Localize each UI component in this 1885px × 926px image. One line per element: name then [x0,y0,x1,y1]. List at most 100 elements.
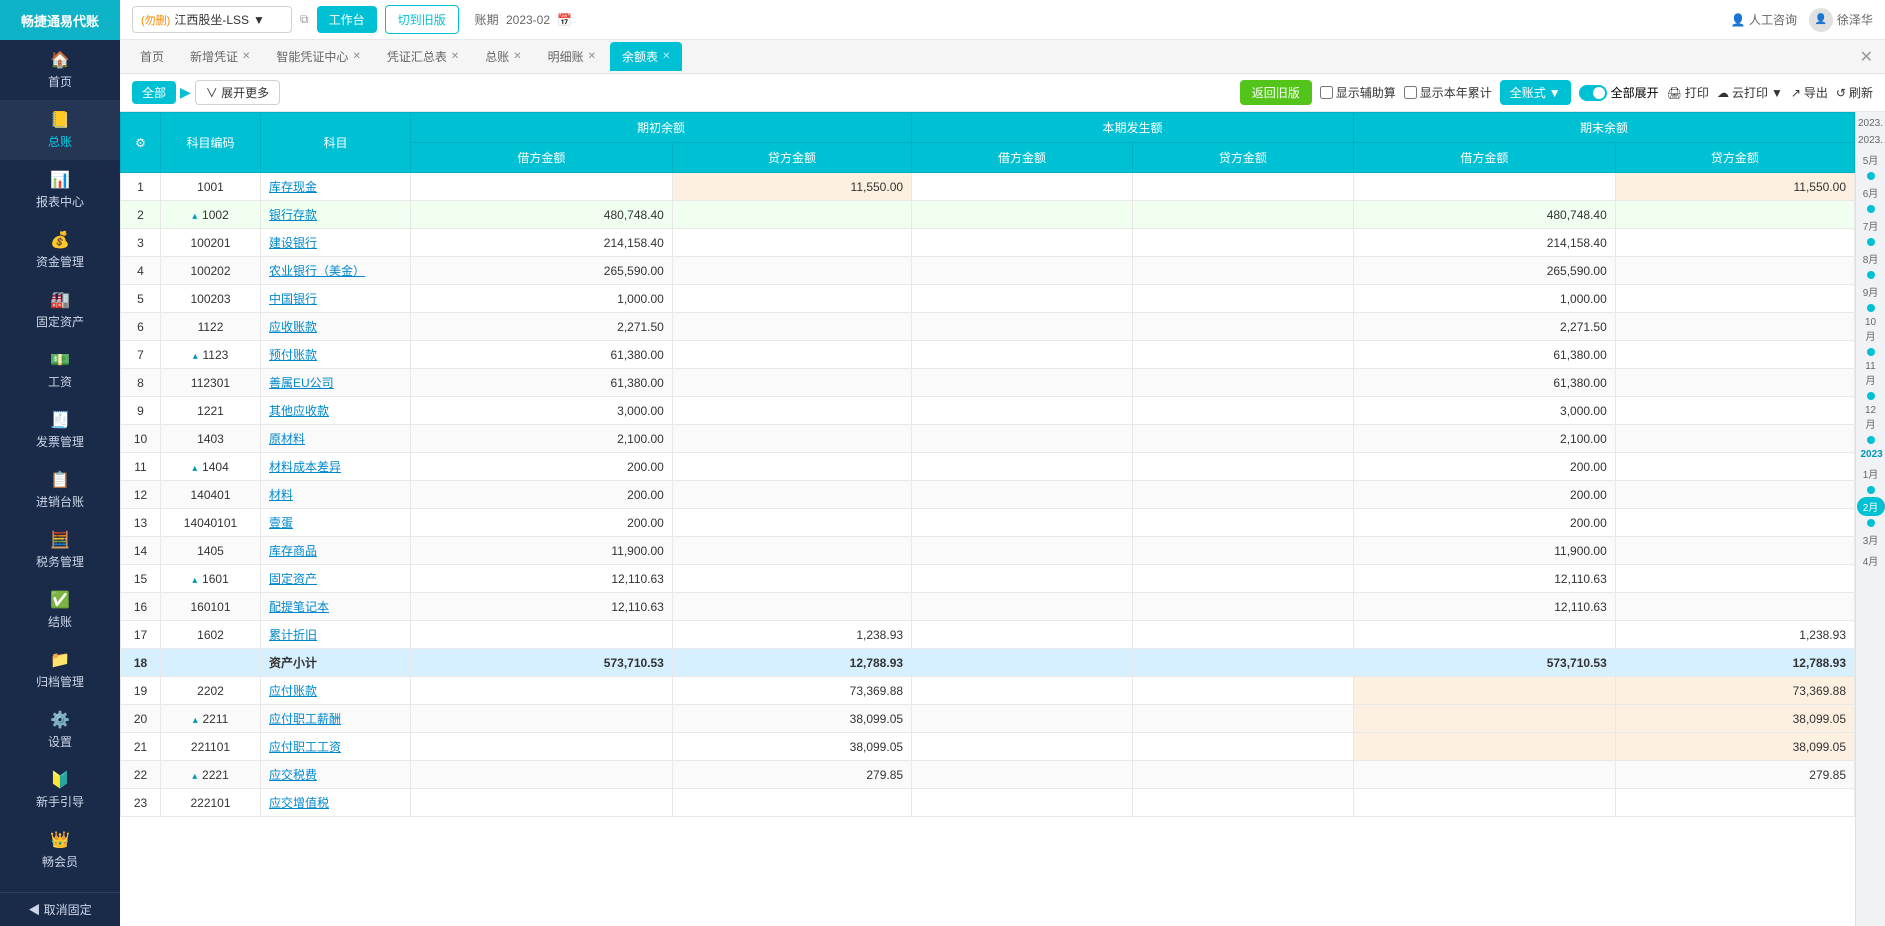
table-row[interactable]: 11▴ 1404材料成本差异200.00200.00 [121,453,1855,481]
collapse-sidebar-button[interactable]: ◀ 取消固定 [0,892,120,926]
table-row[interactable]: 11001库存现金11,550.0011,550.00 [121,173,1855,201]
month-7[interactable]: 7月 [1857,216,1885,235]
month-6[interactable]: 6月 [1857,183,1885,202]
tab-close-icon[interactable]: ✕ [588,51,596,62]
sidebar-item-ledger[interactable]: 📒 总账 [0,100,120,160]
toggle-switch[interactable] [1579,85,1607,101]
account-subject[interactable]: 银行存款 [261,201,411,229]
table-row[interactable]: 15▴ 1601固定资产12,110.6312,110.63 [121,565,1855,593]
account-subject[interactable]: 原材料 [261,425,411,453]
sidebar-item-sales[interactable]: 📋 进销台账 [0,460,120,520]
subject-link[interactable]: 累计折旧 [269,628,317,642]
sidebar-item-member[interactable]: 👑 畅会员 [0,820,120,880]
calendar-icon[interactable]: 📅 [557,13,572,27]
sidebar-item-archive[interactable]: 📁 归档管理 [0,640,120,700]
print-button[interactable]: 🖨 打印 [1667,84,1709,101]
table-row[interactable]: 16160101配提笔记本12,110.6312,110.63 [121,593,1855,621]
table-row[interactable]: 141405库存商品11,900.0011,900.00 [121,537,1855,565]
tab-smart-voucher[interactable]: 智能凭证中心 ✕ [264,42,372,71]
table-row[interactable]: 101403原材料2,100.002,100.00 [121,425,1855,453]
month-12[interactable]: 12月 [1857,403,1885,433]
tab-close-icon[interactable]: ✕ [662,51,670,62]
month-1[interactable]: 1月 [1857,464,1885,483]
account-subject[interactable]: 应付职工工资 [261,733,411,761]
table-row[interactable]: 91221其他应收款3,000.003,000.00 [121,397,1855,425]
sidebar-item-settle[interactable]: ✅ 结账 [0,580,120,640]
expand-icon[interactable]: ▴ [193,351,201,362]
expand-all-toggle[interactable]: 全部展开 [1579,84,1659,101]
show-ytd-checkbox[interactable]: 显示本年累计 [1404,84,1492,101]
user-avatar[interactable]: 👤 徐泽华 [1809,8,1873,32]
account-subject[interactable]: 其他应收款 [261,397,411,425]
subject-link[interactable]: 原材料 [269,432,305,446]
table-row[interactable]: 23222101应交增值税 [121,789,1855,817]
subject-link[interactable]: 农业银行（美金） [269,264,365,278]
expand-icon[interactable]: ▴ [192,463,200,474]
subject-link[interactable]: 壹蛋 [269,516,293,530]
table-row[interactable]: 20▴ 2211应付职工薪酬38,099.0538,099.05 [121,705,1855,733]
account-subject[interactable]: 建设银行 [261,229,411,257]
table-row[interactable]: 171602累计折旧1,238.931,238.93 [121,621,1855,649]
account-subject[interactable]: 预付账款 [261,341,411,369]
tab-home[interactable]: 首页 [128,42,176,71]
company-selector[interactable]: (勿删) 江西股坐-LSS ▼ [132,6,292,33]
table-row[interactable]: 1314040101壹蛋200.00200.00 [121,509,1855,537]
account-subject[interactable]: 累计折旧 [261,621,411,649]
refresh-button[interactable]: ↺ 刷新 [1836,84,1873,101]
sidebar-item-assets[interactable]: 🏭 固定资产 [0,280,120,340]
table-row[interactable]: 4100202农业银行（美金）265,590.00265,590.00 [121,257,1855,285]
expand-icon[interactable]: ▴ [192,211,200,222]
account-subject[interactable]: 应付账款 [261,677,411,705]
month-11[interactable]: 11月 [1857,359,1885,389]
sidebar-item-salary[interactable]: 💵 工资 [0,340,120,400]
subject-link[interactable]: 配提笔记本 [269,600,329,614]
expand-icon[interactable]: ▴ [192,575,200,586]
subject-link[interactable]: 固定资产 [269,572,317,586]
subject-link[interactable]: 其他应收款 [269,404,329,418]
tab-close-icon[interactable]: ✕ [451,51,459,62]
subject-link[interactable]: 材料成本差异 [269,460,341,474]
table-row[interactable]: 18资产小计573,710.5312,788.93573,710.5312,78… [121,649,1855,677]
month-3[interactable]: 3月 [1857,530,1885,549]
subject-link[interactable]: 应付账款 [269,684,317,698]
tab-close-icon[interactable]: ✕ [352,51,360,62]
expand-more-button[interactable]: ∨ 展开更多 [195,80,280,105]
tab-new-voucher[interactable]: 新增凭证 ✕ [178,42,262,71]
table-row[interactable]: 8112301善属EU公司61,380.0061,380.00 [121,369,1855,397]
account-subject[interactable]: 应交税费 [261,761,411,789]
workbench-button[interactable]: 工作台 [317,6,377,33]
subject-link[interactable]: 银行存款 [269,208,317,222]
export-button[interactable]: ↗ 导出 [1791,84,1828,101]
month-4[interactable]: 4月 [1857,551,1885,570]
filter-arrow-icon[interactable]: ▶ [180,84,191,101]
account-subject[interactable]: 资产小计 [261,649,411,677]
return-old-button[interactable]: 返回旧版 [1240,80,1312,105]
tab-close-icon[interactable]: ✕ [513,51,521,62]
sidebar-item-reports[interactable]: 📊 报表中心 [0,160,120,220]
account-subject[interactable]: 配提笔记本 [261,593,411,621]
close-all-button[interactable]: ✕ [1856,43,1877,71]
table-row[interactable]: 61122应收账款2,271.502,271.50 [121,313,1855,341]
account-subject[interactable]: 壹蛋 [261,509,411,537]
sidebar-item-invoice[interactable]: 🧾 发票管理 [0,400,120,460]
subject-link[interactable]: 预付账款 [269,348,317,362]
fullmode-button[interactable]: 全账式 ▼ [1500,80,1571,105]
tab-detail[interactable]: 明细账 ✕ [536,42,608,71]
account-subject[interactable]: 应交增值税 [261,789,411,817]
show-aux-checkbox[interactable]: 显示辅助算 [1320,84,1396,101]
month-2[interactable]: 2月 [1857,497,1885,516]
aux-checkbox-input[interactable] [1320,86,1333,99]
switch-version-button[interactable]: 切到旧版 [385,5,459,34]
expand-icon[interactable]: ▴ [192,771,200,782]
account-subject[interactable]: 农业银行（美金） [261,257,411,285]
tab-balance[interactable]: 余额表 ✕ [610,42,682,71]
sidebar-item-tax[interactable]: 🧮 税务管理 [0,520,120,580]
table-row[interactable]: 5100203中国银行1,000.001,000.00 [121,285,1855,313]
table-row[interactable]: 3100201建设银行214,158.40214,158.40 [121,229,1855,257]
month-5[interactable]: 5月 [1857,150,1885,169]
account-subject[interactable]: 中国银行 [261,285,411,313]
account-subject[interactable]: 应付职工薪酬 [261,705,411,733]
subject-link[interactable]: 中国银行 [269,292,317,306]
account-subject[interactable]: 应收账款 [261,313,411,341]
subject-link[interactable]: 应付职工工资 [269,740,341,754]
